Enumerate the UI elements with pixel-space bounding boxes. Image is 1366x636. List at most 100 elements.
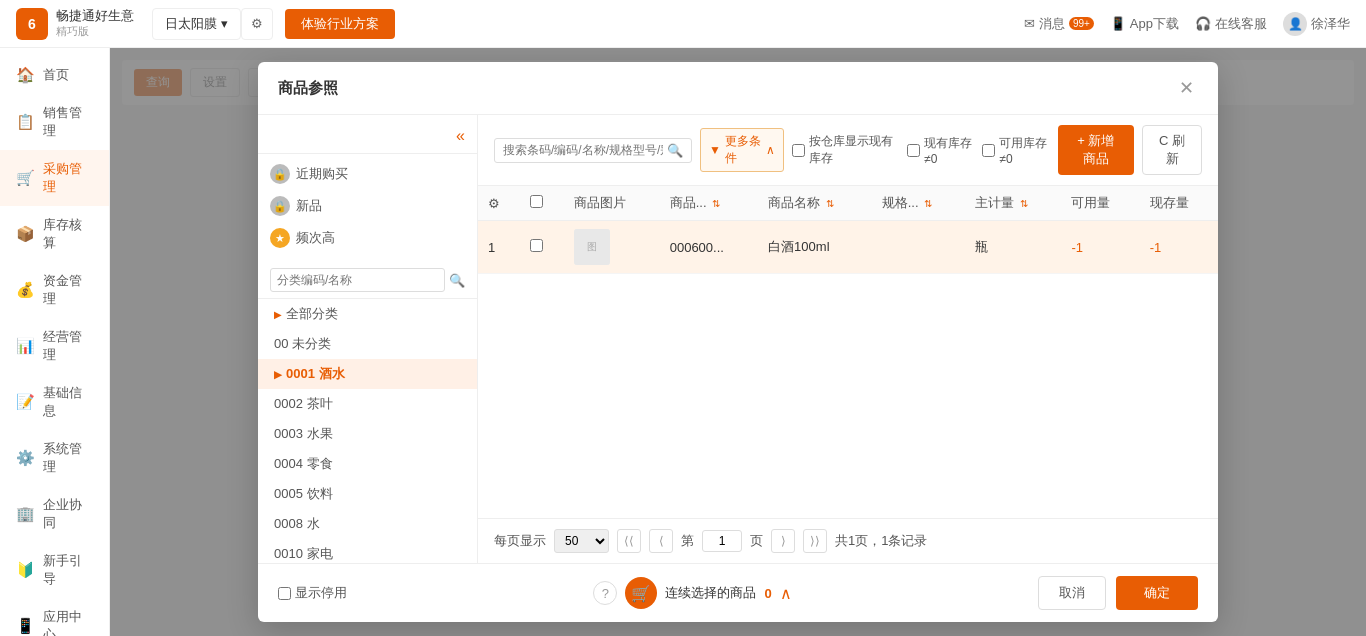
classify-0001[interactable]: ▶ 0001 酒水	[258, 359, 477, 389]
cell-stock: -1	[1140, 221, 1218, 274]
sidebar-item-system[interactable]: ⚙️ 系统管理	[0, 430, 109, 486]
classify-search-icon[interactable]: 🔍	[449, 273, 465, 288]
row-checkbox[interactable]	[530, 239, 543, 252]
cell-checkbox[interactable]	[520, 221, 564, 274]
cell-image: 图	[564, 221, 659, 274]
exp-btn[interactable]: 体验行业方案	[285, 9, 395, 39]
classify-0005[interactable]: 0005 饮料	[258, 479, 477, 509]
new-product-btn[interactable]: + 新增商品	[1058, 125, 1134, 175]
product-img-inner: 图	[574, 229, 610, 265]
online-service-btn[interactable]: 🎧 在线客服	[1195, 15, 1267, 33]
sidebar-label-system: 系统管理	[43, 440, 93, 476]
logo-sub: 精巧版	[56, 24, 134, 39]
col-unit[interactable]: 主计量 ⇅	[965, 186, 1061, 221]
col-name[interactable]: 商品名称 ⇅	[758, 186, 872, 221]
sidebar-item-purchase[interactable]: 🛒 采购管理	[0, 150, 109, 206]
classify-0002[interactable]: 0002 茶叶	[258, 389, 477, 419]
collapse-btn[interactable]: ∧	[780, 584, 792, 603]
sidebar-item-basic[interactable]: 📝 基础信息	[0, 374, 109, 430]
settings-icon[interactable]: ⚙	[241, 8, 273, 40]
modal-close-button[interactable]: ✕	[1174, 76, 1198, 100]
check-by-warehouse[interactable]: 按仓库显示现有库存	[792, 133, 899, 167]
sidebar-label-finance: 资金管理	[43, 272, 93, 308]
check-available-neq0-input[interactable]	[907, 144, 920, 157]
select-all-checkbox[interactable]	[530, 195, 543, 208]
help-btn[interactable]: ?	[593, 581, 617, 605]
sidebar-label-apps: 应用中心	[43, 608, 93, 636]
classify-all[interactable]: ▶ 全部分类	[258, 299, 477, 329]
sidebar-label-home: 首页	[43, 66, 69, 84]
total-label: 共1页，1条记录	[835, 532, 927, 550]
classify-0004[interactable]: 0004 零食	[258, 449, 477, 479]
classify-0005-label: 0005 饮料	[274, 485, 333, 503]
quick-filter-recent[interactable]: 🔒 近期购买	[258, 158, 477, 190]
sidebar: 🏠 首页 📋 销售管理 🛒 采购管理 📦 库存核算 💰 资金管理 📊 经营管理 …	[0, 48, 110, 636]
sidebar-item-sales[interactable]: 📋 销售管理	[0, 94, 109, 150]
cancel-btn[interactable]: 取消	[1038, 576, 1106, 610]
inventory-icon: 📦	[16, 225, 35, 243]
per-page-select[interactable]: 50 10 20 100	[554, 529, 609, 553]
sidebar-item-operation[interactable]: 📊 经营管理	[0, 318, 109, 374]
refresh-btn[interactable]: C 刷新	[1142, 125, 1202, 175]
col-code[interactable]: 商品... ⇅	[660, 186, 758, 221]
page-label: 第	[681, 532, 694, 550]
check-available-neq0[interactable]: 现有库存≠0	[907, 135, 974, 166]
check-usable-neq0-input[interactable]	[982, 144, 995, 157]
star-icon: ★	[270, 228, 290, 248]
online-service-label: 在线客服	[1215, 15, 1267, 33]
confirm-btn[interactable]: 确定	[1116, 576, 1198, 610]
quick-filter-recent-label: 近期购买	[296, 165, 348, 183]
avatar-icon: 👤	[1283, 12, 1307, 36]
col-spec[interactable]: 规格... ⇅	[872, 186, 965, 221]
sidebar-item-home[interactable]: 🏠 首页	[0, 56, 109, 94]
next-page-btn[interactable]: ⟩	[771, 529, 795, 553]
show-disabled-input[interactable]	[278, 587, 291, 600]
classify-0010[interactable]: 0010 家电	[258, 539, 477, 563]
prev-page-btn[interactable]: ⟨	[649, 529, 673, 553]
sort-icon-unit: ⇅	[1020, 198, 1028, 209]
page-num-input[interactable]	[702, 530, 742, 552]
classify-0003[interactable]: 0003 水果	[258, 419, 477, 449]
search-icon[interactable]: 🔍	[667, 143, 683, 158]
last-page-btn[interactable]: ⟩⟩	[803, 529, 827, 553]
quick-filter-new[interactable]: 🔒 新品	[258, 190, 477, 222]
first-page-btn[interactable]: ⟨⟨	[617, 529, 641, 553]
check-by-warehouse-input[interactable]	[792, 144, 805, 157]
message-badge: 99+	[1069, 17, 1094, 30]
modal-toolbar: 🔍 ▼ 更多条件 ∧ 按仓库显示现有库存	[478, 115, 1218, 186]
modal-left-top: «	[258, 123, 477, 154]
classify-0010-label: 0010 家电	[274, 545, 333, 563]
classify-0003-label: 0003 水果	[274, 425, 333, 443]
classify-search-area: 🔍	[258, 262, 477, 299]
app-download-btn[interactable]: 📱 App下载	[1110, 15, 1179, 33]
classify-0008[interactable]: 0008 水	[258, 509, 477, 539]
col-stock: 现存量	[1140, 186, 1218, 221]
user-menu[interactable]: 👤 徐泽华	[1283, 12, 1350, 36]
sidebar-label-purchase: 采购管理	[43, 160, 93, 196]
sidebar-item-inventory[interactable]: 📦 库存核算	[0, 206, 109, 262]
quick-filter-frequent[interactable]: ★ 频次高	[258, 222, 477, 254]
classify-search-input[interactable]	[270, 268, 445, 292]
table-row[interactable]: 1 图 000600... 白酒100ml	[478, 221, 1218, 274]
pagination-area: 每页显示 50 10 20 100 ⟨⟨ ⟨ 第 页	[478, 518, 1218, 563]
sidebar-label-inventory: 库存核算	[43, 216, 93, 252]
sidebar-item-enterprise[interactable]: 🏢 企业协同	[0, 486, 109, 542]
toolbar-right: + 新增商品 C 刷新	[1058, 125, 1202, 175]
classify-all-label: 全部分类	[286, 305, 338, 323]
check-usable-neq0[interactable]: 可用库存≠0	[982, 135, 1049, 166]
col-settings[interactable]: ⚙	[478, 186, 520, 221]
sidebar-item-apps[interactable]: 📱 应用中心	[0, 598, 109, 636]
classify-00[interactable]: 00 未分类	[258, 329, 477, 359]
guide-icon: 🔰	[16, 561, 35, 579]
sidebar-item-guide[interactable]: 🔰 新手引导	[0, 542, 109, 598]
store-select[interactable]: 日太阳膜 ▾	[152, 8, 241, 40]
cart-icon-btn[interactable]: 🛒	[625, 577, 657, 609]
headset-icon: 🎧	[1195, 16, 1211, 31]
sidebar-item-finance[interactable]: 💰 资金管理	[0, 262, 109, 318]
collapse-left-btn[interactable]: «	[456, 127, 465, 145]
col-available: 可用量	[1061, 186, 1139, 221]
show-disabled-check[interactable]: 显示停用	[278, 584, 347, 602]
message-btn[interactable]: ✉ 消息 99+	[1024, 15, 1094, 33]
more-filter-btn[interactable]: ▼ 更多条件 ∧	[700, 128, 784, 172]
product-search-input[interactable]	[503, 143, 663, 157]
